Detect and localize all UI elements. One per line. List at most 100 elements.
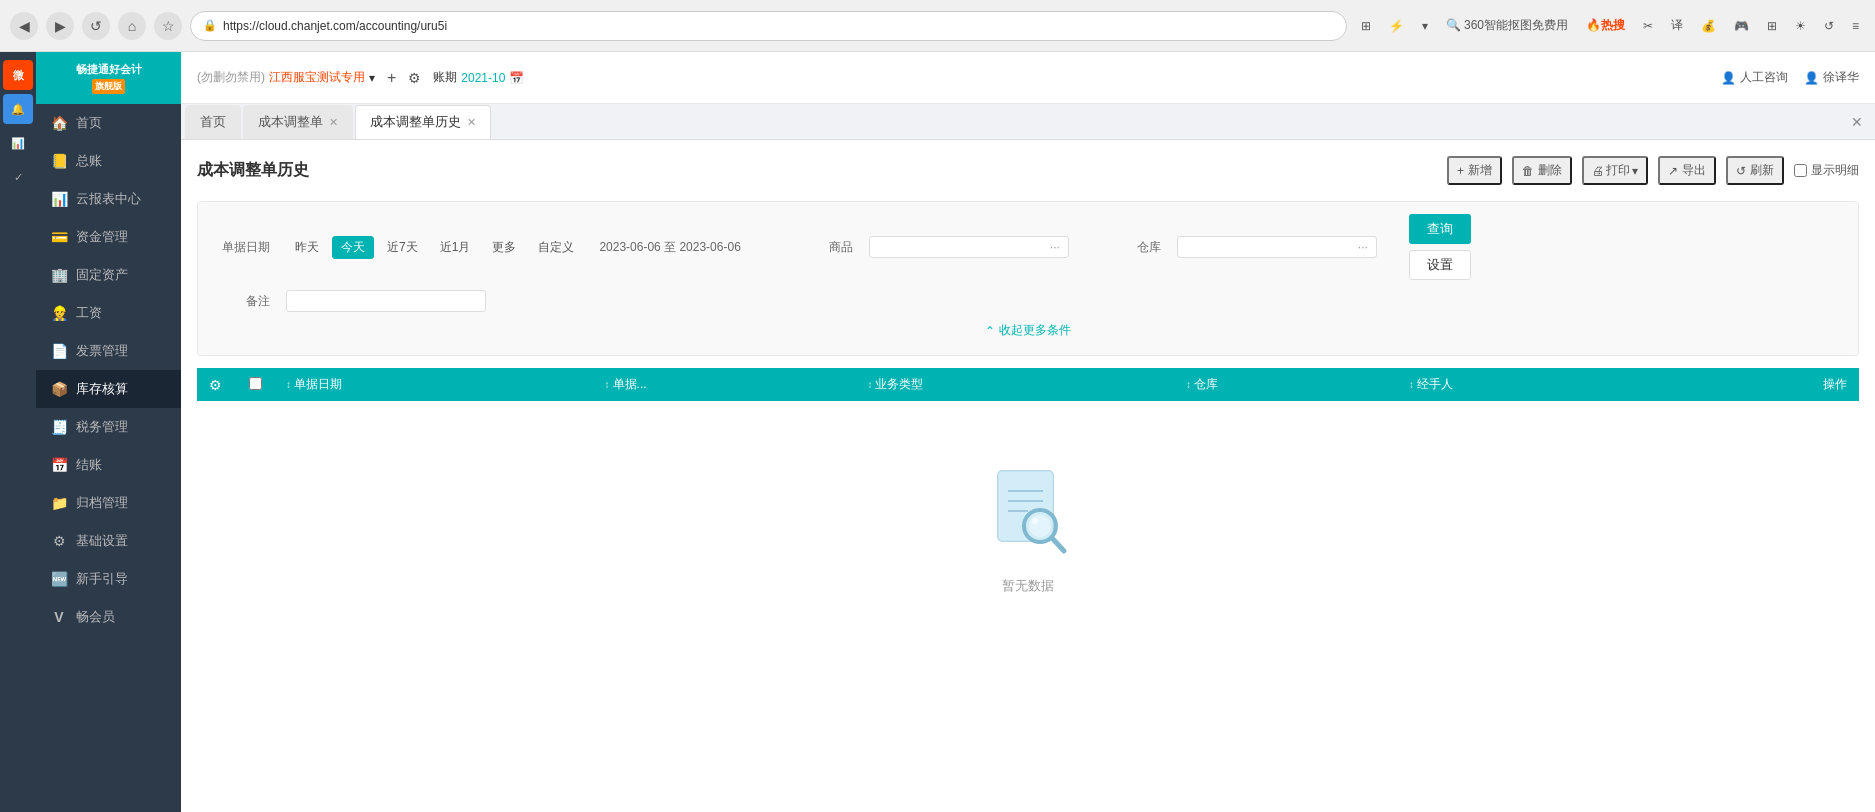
nav-forward-button[interactable]: ▶ bbox=[46, 12, 74, 40]
docnum-column-header[interactable]: ↕ 单据... bbox=[593, 368, 856, 401]
sidebar-label-close: 结账 bbox=[76, 456, 102, 474]
show-detail-checkbox[interactable] bbox=[1794, 164, 1807, 177]
svg-point-8 bbox=[1032, 518, 1038, 524]
new-button[interactable]: + 新增 bbox=[1447, 156, 1502, 185]
apps-icon[interactable]: ⊞ bbox=[1355, 17, 1377, 35]
warehouse-column-header[interactable]: ↕ 仓库 bbox=[1174, 368, 1397, 401]
company-selector[interactable]: (勿删勿禁用) 江西服宝测试专用 ▾ bbox=[197, 69, 375, 86]
delete-button[interactable]: 🗑 删除 bbox=[1512, 156, 1572, 185]
sidebar-label-inventory: 库存核算 bbox=[76, 380, 128, 398]
sidebar-item-guide[interactable]: 🆕 新手引导 bbox=[36, 560, 181, 598]
empty-state: 暂无数据 bbox=[197, 401, 1859, 655]
user-profile[interactable]: 👤 徐译华 bbox=[1804, 69, 1859, 86]
sidebar-item-funds[interactable]: 💳 资金管理 bbox=[36, 218, 181, 256]
show-detail-checkbox-label[interactable]: 显示明细 bbox=[1794, 162, 1859, 179]
grid-icon[interactable]: ⊞ bbox=[1761, 17, 1783, 35]
date-btn-yesterday[interactable]: 昨天 bbox=[286, 236, 328, 259]
support-label: 人工咨询 bbox=[1740, 69, 1788, 86]
gear-icon[interactable]: ⚙ bbox=[209, 377, 222, 393]
tab-cost-adjust-history[interactable]: 成本调整单历史 ✕ bbox=[355, 105, 491, 139]
remark-input[interactable] bbox=[286, 290, 486, 312]
tab-history-close[interactable]: ✕ bbox=[467, 116, 476, 129]
tab-history-label: 成本调整单历史 bbox=[370, 113, 461, 131]
dropdown-icon[interactable]: ▾ bbox=[1416, 17, 1434, 35]
close-all-tabs-button[interactable]: ✕ bbox=[1839, 114, 1875, 130]
warehouse-filter-label: 仓库 bbox=[1105, 239, 1161, 256]
collapse-button[interactable]: ⌃ 收起更多条件 bbox=[985, 322, 1071, 339]
sidebar-item-invoice[interactable]: 📄 发票管理 bbox=[36, 332, 181, 370]
sidebar-item-ledger[interactable]: 📒 总账 bbox=[36, 142, 181, 180]
date-btn-custom[interactable]: 自定义 bbox=[529, 236, 583, 259]
wallet-icon[interactable]: 💰 bbox=[1695, 17, 1722, 35]
biztype-column-header[interactable]: ↕ 业务类型 bbox=[855, 368, 1174, 401]
top-bar: (勿删勿禁用) 江西服宝测试专用 ▾ + ⚙ 账期 2021-10 📅 👤 人工… bbox=[181, 52, 1875, 104]
refresh-label: 刷新 bbox=[1750, 162, 1774, 179]
date-btn-today[interactable]: 今天 bbox=[332, 236, 374, 259]
sidebar-item-archive[interactable]: 📁 归档管理 bbox=[36, 484, 181, 522]
handler-column-header[interactable]: ↕ 经手人 bbox=[1397, 368, 1668, 401]
print-dropdown-icon: ▾ bbox=[1632, 164, 1638, 178]
ledger-icon: 📒 bbox=[50, 153, 68, 169]
browser-bar: ◀ ▶ ↺ ⌂ ☆ 🔒 https://cloud.chanjet.com/ac… bbox=[0, 0, 1875, 52]
date-btn-more[interactable]: 更多 bbox=[483, 236, 525, 259]
print-button[interactable]: 🖨 打印 ▾ bbox=[1582, 156, 1648, 185]
period-info: 账期 2021-10 📅 bbox=[433, 69, 524, 86]
sort-handler-icon: ↕ bbox=[1409, 379, 1414, 390]
export-button[interactable]: ↗ 导出 bbox=[1658, 156, 1716, 185]
sidebar-item-member[interactable]: V 畅会员 bbox=[36, 598, 181, 636]
home-button[interactable]: ⌂ bbox=[118, 12, 146, 40]
sidebar-item-reports[interactable]: 📊 云报表中心 bbox=[36, 180, 181, 218]
goods-select[interactable]: ··· bbox=[869, 236, 1069, 258]
sidebar-item-home[interactable]: 🏠 首页 bbox=[36, 104, 181, 142]
refresh-data-button[interactable]: ↺ 刷新 bbox=[1726, 156, 1784, 185]
select-all-checkbox[interactable] bbox=[249, 377, 262, 390]
undo-icon[interactable]: ↺ bbox=[1818, 17, 1840, 35]
gear-column-header[interactable]: ⚙ bbox=[197, 368, 237, 401]
docnum-col-label: 单据... bbox=[613, 376, 647, 393]
query-button[interactable]: 查询 bbox=[1409, 214, 1471, 244]
support-icon: 👤 bbox=[1721, 71, 1736, 85]
tab-home[interactable]: 首页 bbox=[185, 105, 241, 139]
icon-bar-chart[interactable]: 📊 bbox=[3, 128, 33, 158]
icon-bar-task[interactable]: ✓ bbox=[3, 162, 33, 192]
print-label: 打印 bbox=[1606, 162, 1630, 179]
company-settings-icon[interactable]: ⚙ bbox=[408, 70, 421, 86]
refresh-button[interactable]: ↺ bbox=[82, 12, 110, 40]
address-bar[interactable]: 🔒 https://cloud.chanjet.com/accounting/u… bbox=[190, 11, 1347, 41]
add-company-button[interactable]: + bbox=[387, 69, 396, 87]
tab-cost-adjust-close[interactable]: ✕ bbox=[329, 116, 338, 129]
menu-icon[interactable]: ≡ bbox=[1846, 17, 1865, 35]
show-detail-label: 显示明细 bbox=[1811, 162, 1859, 179]
tab-cost-adjust[interactable]: 成本调整单 ✕ bbox=[243, 105, 353, 139]
sidebar-item-close[interactable]: 📅 结账 bbox=[36, 446, 181, 484]
search-tool[interactable]: 🔍 360智能抠图免费用 bbox=[1440, 15, 1574, 36]
translate-icon[interactable]: 译 bbox=[1665, 15, 1689, 36]
icon-bar-notification[interactable]: 🔔 bbox=[3, 94, 33, 124]
hot-search-icon[interactable]: 🔥热搜 bbox=[1580, 15, 1631, 36]
filter-settings-button[interactable]: 设置 bbox=[1409, 250, 1471, 280]
date-btn-1month[interactable]: 近1月 bbox=[431, 236, 480, 259]
member-icon: V bbox=[50, 609, 68, 625]
calendar-icon[interactable]: 📅 bbox=[509, 71, 524, 85]
sidebar-item-tax[interactable]: 🧾 税务管理 bbox=[36, 408, 181, 446]
lightning-icon[interactable]: ⚡ bbox=[1383, 17, 1410, 35]
collapse-icon: ⌃ bbox=[985, 324, 995, 338]
biztype-col-label: 业务类型 bbox=[875, 376, 923, 393]
nav-back-button[interactable]: ◀ bbox=[10, 12, 38, 40]
date-range-display: 2023-06-06 至 2023-06-06 bbox=[599, 239, 740, 256]
scissors-icon[interactable]: ✂ bbox=[1637, 17, 1659, 35]
sidebar-item-settings[interactable]: ⚙ 基础设置 bbox=[36, 522, 181, 560]
checkbox-column-header[interactable] bbox=[237, 368, 274, 401]
date-btn-7days[interactable]: 近7天 bbox=[378, 236, 427, 259]
brightness-icon[interactable]: ☀ bbox=[1789, 17, 1812, 35]
sort-date-icon: ↕ bbox=[286, 379, 291, 390]
star-button[interactable]: ☆ bbox=[154, 12, 182, 40]
warehouse-select[interactable]: ··· bbox=[1177, 236, 1377, 258]
sidebar-item-salary[interactable]: 👷 工资 bbox=[36, 294, 181, 332]
game-icon[interactable]: 🎮 bbox=[1728, 17, 1755, 35]
sidebar-item-inventory[interactable]: 📦 库存核算 bbox=[36, 370, 181, 408]
support-button[interactable]: 👤 人工咨询 bbox=[1721, 69, 1788, 86]
sidebar-item-assets[interactable]: 🏢 固定资产 bbox=[36, 256, 181, 294]
icon-bar-weibo[interactable]: 微 bbox=[3, 60, 33, 90]
date-column-header[interactable]: ↕ 单据日期 bbox=[274, 368, 593, 401]
